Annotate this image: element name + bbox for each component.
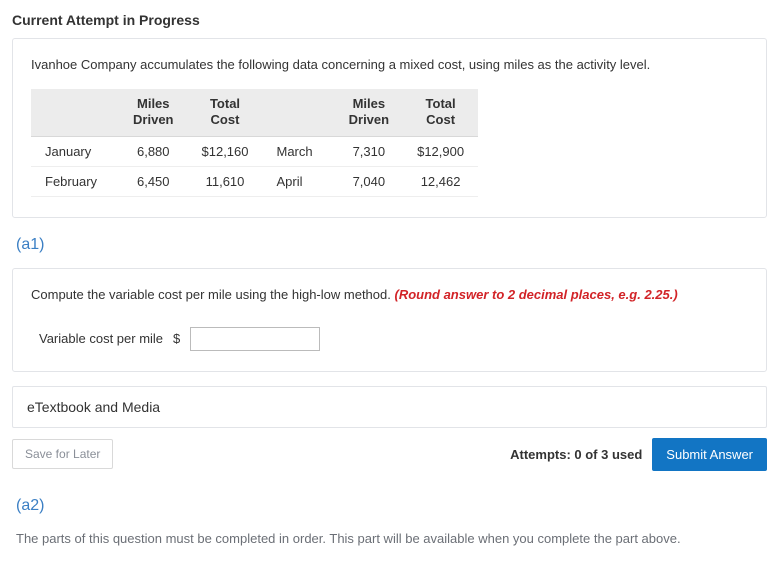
cell-miles: 6,450 [119,167,187,197]
answer-row: Variable cost per mile $ [31,327,748,351]
cell-cost: 11,610 [188,167,263,197]
cell-cost: 12,462 [403,167,478,197]
col-total-cost-1: TotalCost [188,89,263,137]
part-a1-card: Compute the variable cost per mile using… [12,268,767,372]
part-a2-locked-message: The parts of this question must be compl… [16,529,767,549]
cell-cost: $12,900 [403,137,478,167]
etextbook-media-link[interactable]: eTextbook and Media [12,386,767,428]
cell-month: March [263,137,335,167]
cell-miles: 6,880 [119,137,187,167]
cell-month: April [263,167,335,197]
col-total-cost-2: TotalCost [403,89,478,137]
data-table: MilesDriven TotalCost MilesDriven TotalC… [31,89,478,198]
col-miles-driven-2: MilesDriven [335,89,403,137]
cell-cost: $12,160 [188,137,263,167]
rounding-hint: (Round answer to 2 decimal places, e.g. … [394,287,677,302]
part-a2-label: (a2) [16,497,767,515]
submit-answer-button[interactable]: Submit Answer [652,438,767,471]
col-month-2 [263,89,335,137]
cell-month: February [31,167,119,197]
table-row: February 6,450 11,610 April 7,040 12,462 [31,167,478,197]
cell-month: January [31,137,119,167]
question-context-card: Ivanhoe Company accumulates the followin… [12,38,767,218]
intro-text: Ivanhoe Company accumulates the followin… [31,55,748,75]
part-a1-label: (a1) [16,236,767,254]
attempts-counter: Attempts: 0 of 3 used [510,447,642,462]
part-a1-prompt: Compute the variable cost per mile using… [31,285,748,305]
page-title: Current Attempt in Progress [12,12,767,28]
col-miles-driven-1: MilesDriven [119,89,187,137]
save-for-later-button[interactable]: Save for Later [12,439,113,469]
variable-cost-input[interactable] [190,327,320,351]
col-month-1 [31,89,119,137]
cell-miles: 7,310 [335,137,403,167]
table-row: January 6,880 $12,160 March 7,310 $12,90… [31,137,478,167]
answer-label: Variable cost per mile [39,331,163,346]
cell-miles: 7,040 [335,167,403,197]
attempt-footer: Save for Later Attempts: 0 of 3 used Sub… [12,438,767,471]
currency-symbol: $ [173,331,180,346]
